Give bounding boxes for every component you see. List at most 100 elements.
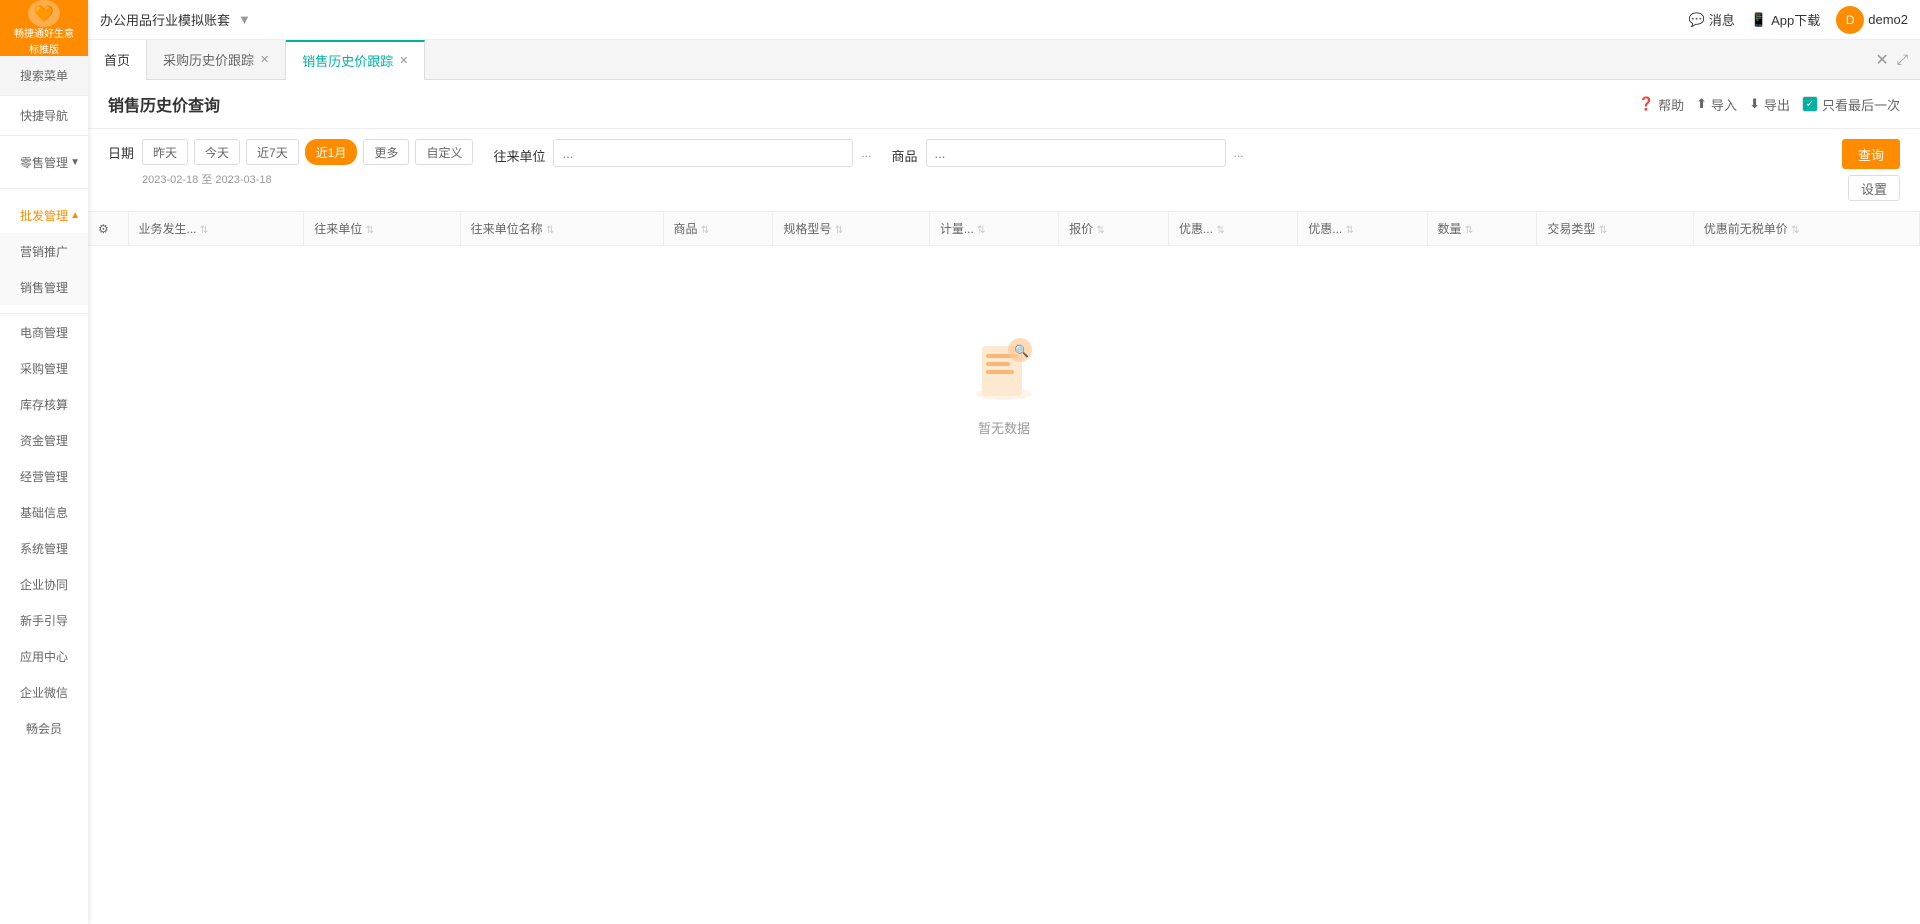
- sidebar-item-operations[interactable]: 经营管理: [0, 458, 88, 494]
- tab-close-all-icon[interactable]: ✕: [1875, 50, 1888, 70]
- date-btn-1month[interactable]: 近1月: [305, 139, 358, 165]
- search-menu[interactable]: 搜索菜单: [0, 56, 88, 96]
- goods-more-btn[interactable]: ...: [1234, 146, 1244, 160]
- partner-filter-input[interactable]: [553, 139, 853, 167]
- goods-filter-input[interactable]: [926, 139, 1226, 167]
- sidebar-item-wechat[interactable]: 企业微信: [0, 674, 88, 710]
- date-btn-7days[interactable]: 近7天: [246, 139, 299, 165]
- settings-icon[interactable]: ⚙: [98, 222, 109, 236]
- partner-more-btn[interactable]: ...: [861, 146, 871, 160]
- tab-maximize-icon[interactable]: ⤢: [1897, 51, 1908, 68]
- operations-label: 经营管理: [20, 468, 68, 485]
- tab-purchase-close[interactable]: ✕: [260, 53, 269, 66]
- help-btn[interactable]: ❓ 帮助: [1638, 95, 1684, 114]
- help-label: 帮助: [1658, 95, 1684, 114]
- finance-label: 资金管理: [20, 432, 68, 449]
- main-area: 办公用品行业模拟账套 ▼ 💬 消息 📱 App下载 D demo2 首页 采购历…: [88, 0, 1920, 924]
- search-menu-label: 搜索菜单: [20, 67, 68, 84]
- newbie-label: 新手引导: [20, 612, 68, 629]
- partner-filter-field: 往来单位 ...: [493, 139, 871, 167]
- sidebar-item-member[interactable]: 畅会员: [0, 710, 88, 746]
- avatar: D: [1836, 6, 1864, 34]
- filter-inputs-area: 往来单位 ... 商品 ...: [493, 139, 1822, 167]
- th-spec[interactable]: 规格型号 ⇅: [773, 212, 929, 246]
- th-discount2[interactable]: 优惠... ⇅: [1298, 212, 1427, 246]
- th-goods-label: 商品 ⇅: [674, 222, 710, 236]
- wholesale-label: 批发管理: [20, 207, 68, 224]
- goods-filter-field: 商品 ...: [891, 139, 1243, 167]
- th-goods[interactable]: 商品 ⇅: [663, 212, 773, 246]
- message-icon: 💬: [1689, 12, 1705, 28]
- sidebar-item-newbie[interactable]: 新手引导: [0, 602, 88, 638]
- th-partner-code[interactable]: 往来单位 ⇅: [304, 212, 460, 246]
- sidebar-item-finance[interactable]: 资金管理: [0, 422, 88, 458]
- purchase-label: 采购管理: [20, 360, 68, 377]
- filter-area: 日期 昨天 今天 近7天 近1月 更多 自定义 2023-02-18 至 202…: [88, 129, 1920, 212]
- sidebar-item-enterprise[interactable]: 企业协同: [0, 566, 88, 602]
- th-quantity[interactable]: 数量 ⇅: [1427, 212, 1537, 246]
- sidebar-item-marketing[interactable]: 营销推广: [0, 233, 88, 269]
- sidebar-item-apps[interactable]: 应用中心: [0, 638, 88, 674]
- th-date[interactable]: 业务发生... ⇅: [128, 212, 304, 246]
- quick-nav-label: 快捷导航: [20, 107, 68, 124]
- table-header-row: ⚙ 业务发生... ⇅ 往来单位 ⇅ 往来单位名称 ⇅ 商品 ⇅: [88, 212, 1920, 246]
- query-btn[interactable]: 查询: [1842, 139, 1900, 169]
- date-btn-today[interactable]: 今天: [194, 139, 240, 165]
- th-discount1[interactable]: 优惠... ⇅: [1168, 212, 1297, 246]
- app-download-label: App下载: [1771, 10, 1820, 29]
- empty-state: 🔍 暂无数据: [88, 246, 1920, 517]
- page-header: 销售历史价查询 ❓ 帮助 ⬆ 导入 ⬇ 导出 ✓ 只看最后一次: [88, 80, 1920, 129]
- user-menu[interactable]: D demo2: [1836, 6, 1908, 34]
- content-area: 销售历史价查询 ❓ 帮助 ⬆ 导入 ⬇ 导出 ✓ 只看最后一次: [88, 80, 1920, 924]
- sidebar-item-ecommerce[interactable]: 电商管理: [0, 314, 88, 350]
- date-btn-yesterday[interactable]: 昨天: [142, 139, 188, 165]
- system-label: 系统管理: [20, 540, 68, 557]
- tab-sales-label: 销售历史价跟踪: [302, 51, 393, 70]
- th-price[interactable]: 报价 ⇅: [1059, 212, 1169, 246]
- tab-purchase[interactable]: 采购历史价跟踪 ✕: [147, 40, 286, 80]
- sidebar-item-inventory[interactable]: 库存核算: [0, 386, 88, 422]
- retail-label: 零售管理: [20, 154, 68, 171]
- sidebar-item-wholesale[interactable]: 批发管理 ▲: [0, 197, 88, 233]
- th-unit[interactable]: 计量... ⇅: [929, 212, 1058, 246]
- th-settings[interactable]: ⚙: [88, 212, 128, 246]
- sales-mgmt-label: 销售管理: [20, 279, 68, 296]
- sidebar-item-purchase[interactable]: 采购管理: [0, 350, 88, 386]
- th-trade-type[interactable]: 交易类型 ⇅: [1537, 212, 1693, 246]
- sidebar-section-wholesale: 批发管理 ▲ 营销推广 销售管理: [0, 189, 88, 314]
- filter-action-area: 查询 设置: [1842, 139, 1900, 201]
- partner-filter-label: 往来单位: [493, 142, 545, 165]
- th-discount1-label: 优惠... ⇅: [1179, 222, 1225, 236]
- th-partner-name[interactable]: 往来单位名称 ⇅: [460, 212, 663, 246]
- message-btn[interactable]: 💬 消息: [1689, 10, 1735, 29]
- setting-btn[interactable]: 设置: [1848, 175, 1900, 201]
- sidebar-item-sales-mgmt[interactable]: 销售管理: [0, 269, 88, 305]
- table-container[interactable]: ⚙ 业务发生... ⇅ 往来单位 ⇅ 往来单位名称 ⇅ 商品 ⇅: [88, 212, 1920, 924]
- sidebar-item-system[interactable]: 系统管理: [0, 530, 88, 566]
- tab-home[interactable]: 首页: [88, 40, 147, 80]
- tab-home-label: 首页: [104, 50, 130, 69]
- th-spec-label: 规格型号 ⇅: [783, 222, 843, 236]
- checkbox-icon: ✓: [1802, 96, 1818, 112]
- date-btn-custom[interactable]: 自定义: [415, 139, 473, 165]
- sidebar-item-basic[interactable]: 基础信息: [0, 494, 88, 530]
- workspace-dropdown-icon[interactable]: ▼: [238, 12, 251, 27]
- logo-name: 畅捷通好生意: [14, 29, 74, 41]
- wechat-label: 企业微信: [20, 684, 68, 701]
- tab-sales[interactable]: 销售历史价跟踪 ✕: [286, 40, 425, 80]
- import-btn[interactable]: ⬆ 导入: [1696, 95, 1737, 114]
- export-icon: ⬇: [1749, 96, 1760, 112]
- export-btn[interactable]: ⬇ 导出: [1749, 95, 1790, 114]
- date-range-display: 2023-02-18 至 2023-03-18: [142, 171, 473, 187]
- sidebar-item-retail[interactable]: 零售管理 ▼: [0, 144, 88, 180]
- data-table: ⚙ 业务发生... ⇅ 往来单位 ⇅ 往来单位名称 ⇅ 商品 ⇅: [88, 212, 1920, 246]
- app-download-btn[interactable]: 📱 App下载: [1751, 10, 1820, 29]
- logo[interactable]: 🧡 畅捷通好生意 标推版: [0, 0, 88, 56]
- tab-sales-close[interactable]: ✕: [399, 54, 408, 67]
- page-actions: ❓ 帮助 ⬆ 导入 ⬇ 导出 ✓ 只看最后一次: [1638, 95, 1900, 114]
- quick-nav[interactable]: 快捷导航: [0, 96, 88, 136]
- date-btn-more[interactable]: 更多: [363, 139, 409, 165]
- member-label: 畅会员: [26, 720, 62, 737]
- th-pre-discount-price[interactable]: 优惠前无税单价 ⇅: [1693, 212, 1919, 246]
- only-last-checkbox[interactable]: ✓ 只看最后一次: [1802, 95, 1900, 114]
